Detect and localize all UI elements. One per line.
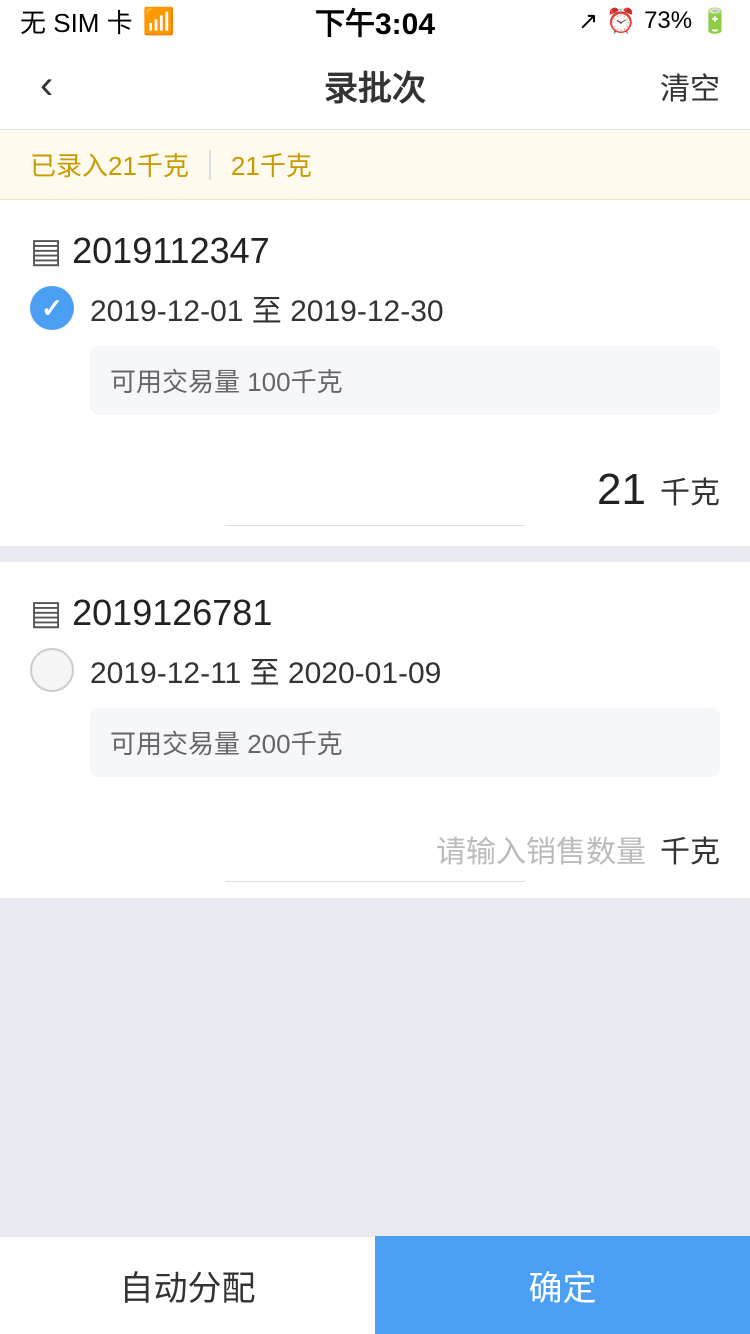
info-amount: 21千克 xyxy=(231,146,312,183)
batch1-radio[interactable] xyxy=(30,286,74,330)
location-icon: ↗ xyxy=(578,7,598,36)
batch2-id: 2019126781 xyxy=(72,592,272,634)
battery-label: 73% xyxy=(644,7,692,35)
batch1-qty-unit: 千克 xyxy=(660,468,720,512)
battery-icon: 🔋 xyxy=(700,7,730,36)
batch2-input-placeholder[interactable]: 请输入销售数量 xyxy=(436,827,646,871)
content-area: 已录入21千克 21千克 ▤ 2019112347 2019-12-01 至 2… xyxy=(0,130,750,1236)
status-left: 无 SIM 卡 📶 xyxy=(20,3,175,40)
gray-area xyxy=(0,898,750,1236)
bottom-bar: 自动分配 确定 xyxy=(0,1236,750,1334)
batch2-input-row: 请输入销售数量 千克 xyxy=(0,807,750,881)
confirm-button[interactable]: 确定 xyxy=(375,1236,750,1334)
info-divider xyxy=(209,150,211,180)
batch2-card: ▤ 2019126781 2019-12-11 至 2020-01-09 可用交… xyxy=(0,562,750,807)
batch2-header: ▤ 2019126781 xyxy=(30,592,720,634)
page-title: 录批次 xyxy=(324,61,426,110)
batch1-date-range: 2019-12-01 至 2019-12-30 xyxy=(90,286,444,330)
batch2-row: 2019-12-11 至 2020-01-09 xyxy=(30,648,720,692)
back-button[interactable]: ‹ xyxy=(30,53,63,118)
batch2-available: 可用交易量 200千克 xyxy=(90,708,720,777)
batch2-divider-container xyxy=(0,881,750,898)
batch1-available: 可用交易量 100千克 xyxy=(90,346,720,415)
batch2-input-unit: 千克 xyxy=(660,827,720,871)
batch1-qty-value: 21 xyxy=(597,465,646,515)
nav-bar: ‹ 录批次 清空 xyxy=(0,42,750,130)
batch1-divider-container xyxy=(0,525,750,546)
batch1-header: ▤ 2019112347 xyxy=(30,230,720,272)
carrier-label: 无 SIM 卡 xyxy=(20,3,133,40)
info-banner: 已录入21千克 21千克 xyxy=(0,130,750,200)
alarm-icon: ⏰ xyxy=(606,7,636,36)
clear-button[interactable]: 清空 xyxy=(660,64,720,108)
batch2-date-range: 2019-12-11 至 2020-01-09 xyxy=(90,648,441,692)
wifi-icon: 📶 xyxy=(143,6,175,37)
recorded-label: 已录入21千克 xyxy=(30,146,189,183)
batch2-icon: ▤ xyxy=(30,593,62,633)
auto-distribute-button[interactable]: 自动分配 xyxy=(0,1236,375,1334)
section-divider xyxy=(0,546,750,562)
status-bar: 无 SIM 卡 📶 下午3:04 ↗ ⏰ 73% 🔋 xyxy=(0,0,750,42)
batch1-icon: ▤ xyxy=(30,231,62,271)
batch2-radio[interactable] xyxy=(30,648,74,692)
batch1-card: ▤ 2019112347 2019-12-01 至 2019-12-30 可用交… xyxy=(0,200,750,445)
batch1-row: 2019-12-01 至 2019-12-30 xyxy=(30,286,720,330)
batch1-id: 2019112347 xyxy=(72,230,270,272)
status-right: ↗ ⏰ 73% 🔋 xyxy=(578,7,730,36)
batch1-qty-row: 21 千克 xyxy=(0,445,750,525)
status-time: 下午3:04 xyxy=(315,0,435,43)
batch2-input-divider xyxy=(225,881,525,882)
batch1-qty-divider xyxy=(225,525,525,526)
